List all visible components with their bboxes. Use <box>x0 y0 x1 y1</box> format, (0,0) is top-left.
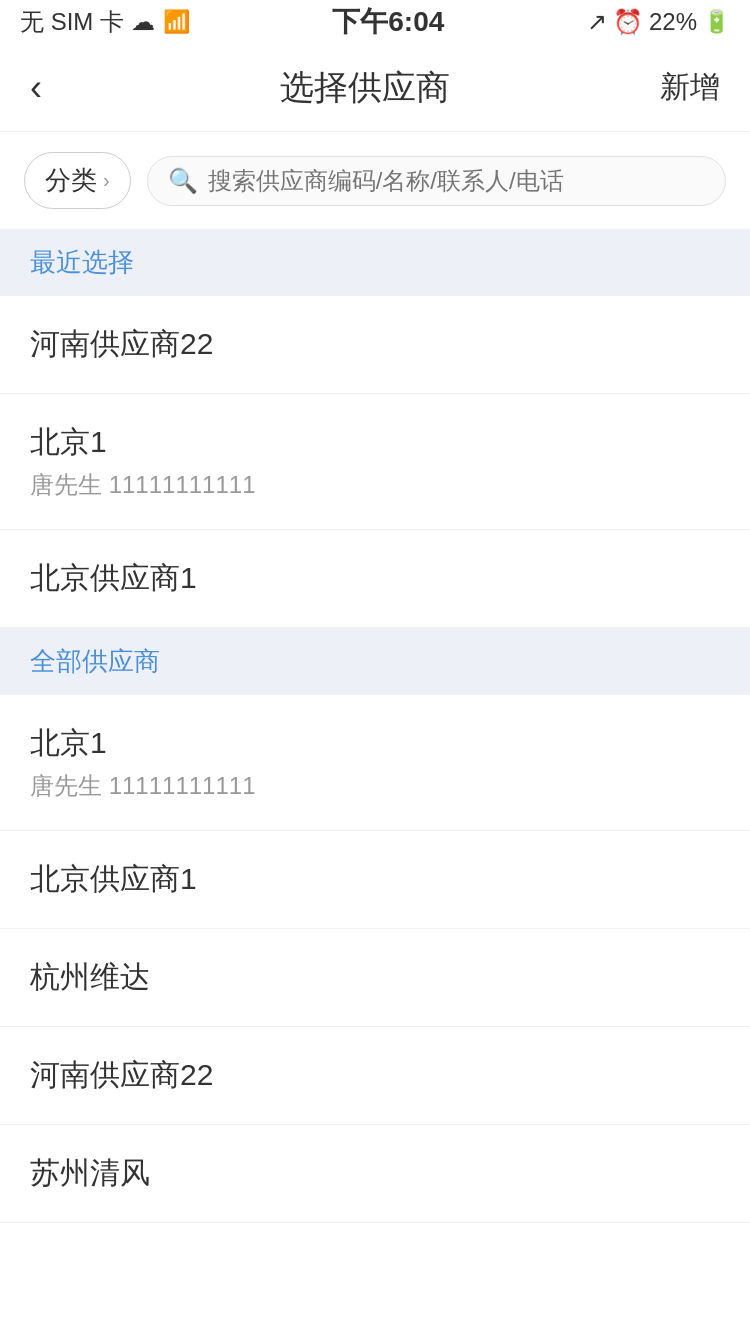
status-right: ↗ ⏰ 22% 🔋 <box>587 8 730 36</box>
recent-list: 河南供应商22 北京1 唐先生 11111111111 北京供应商1 <box>0 296 750 628</box>
all-list: 北京1 唐先生 11111111111 北京供应商1 杭州维达河南供应商22 苏州清风 <box>0 695 750 1223</box>
item-name: 北京1 <box>30 723 720 764</box>
recent-section-header: 最近选择 <box>0 229 750 296</box>
item-name: 杭州维达 <box>30 957 720 998</box>
item-sub: 唐先生 11111111111 <box>30 469 720 501</box>
all-section-header: 全部供应商 <box>0 628 750 695</box>
alarm-icon: ⏰ <box>613 8 643 36</box>
status-left: 无 SIM 卡 ☁ 📶 <box>20 6 190 38</box>
search-input[interactable] <box>208 167 705 195</box>
list-item[interactable]: 北京供应商1 <box>0 530 750 628</box>
wifi-icon: 📶 <box>163 9 190 35</box>
chevron-right-icon: › <box>103 169 110 192</box>
item-name: 苏州清风 <box>30 1153 720 1194</box>
nav-bar: ‹ 选择供应商 新增 <box>0 44 750 132</box>
status-bar: 无 SIM 卡 ☁ 📶 下午6:04 ↗ ⏰ 22% 🔋 <box>0 0 750 44</box>
list-item[interactable]: 河南供应商22 <box>0 1027 750 1125</box>
add-button[interactable]: 新增 <box>640 67 720 108</box>
back-button[interactable]: ‹ <box>30 67 90 109</box>
list-item[interactable]: 杭州维达 <box>0 929 750 1027</box>
item-name: 北京1 <box>30 422 720 463</box>
filter-bar: 分类 › 🔍 <box>0 132 750 229</box>
search-box[interactable]: 🔍 <box>147 156 726 206</box>
location-icon: ↗ <box>587 8 607 36</box>
category-button[interactable]: 分类 › <box>24 152 131 209</box>
list-item[interactable]: 北京1 唐先生 11111111111 <box>0 695 750 831</box>
item-name: 河南供应商22 <box>30 324 720 365</box>
item-name: 河南供应商22 <box>30 1055 720 1096</box>
item-name: 北京供应商1 <box>30 558 720 599</box>
list-item[interactable]: 河南供应商22 <box>0 296 750 394</box>
battery-icon: 🔋 <box>703 9 730 35</box>
page-title: 选择供应商 <box>280 65 450 111</box>
category-label: 分类 <box>45 163 97 198</box>
recent-section-label: 最近选择 <box>30 247 134 277</box>
list-item[interactable]: 北京供应商1 <box>0 831 750 929</box>
status-time: 下午6:04 <box>332 3 444 41</box>
list-item[interactable]: 北京1 唐先生 11111111111 <box>0 394 750 530</box>
battery-level: 22% <box>649 8 697 36</box>
no-sim-label: 无 SIM 卡 ☁ <box>20 6 155 38</box>
list-item[interactable]: 苏州清风 <box>0 1125 750 1223</box>
all-section-label: 全部供应商 <box>30 646 160 676</box>
item-sub: 唐先生 11111111111 <box>30 770 720 802</box>
search-icon: 🔍 <box>168 167 198 195</box>
item-name: 北京供应商1 <box>30 859 720 900</box>
